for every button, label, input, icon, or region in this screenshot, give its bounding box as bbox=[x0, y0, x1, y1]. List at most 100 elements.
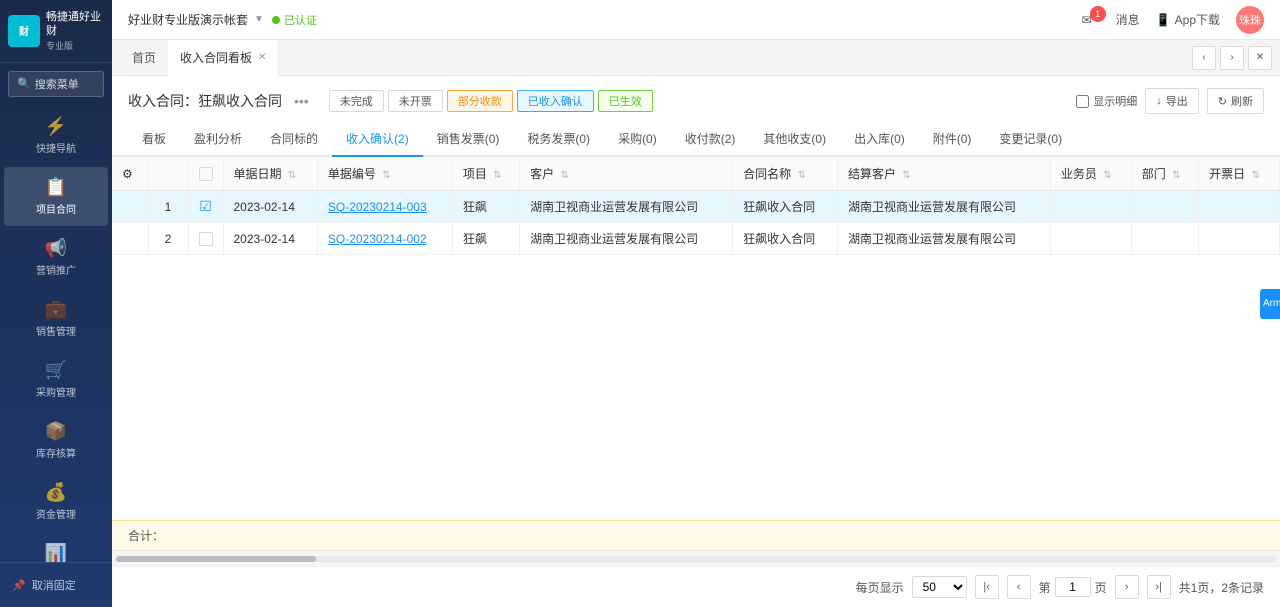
sub-tab-profit[interactable]: 盈利分析 bbox=[180, 122, 256, 157]
sidebar-item-quick-nav[interactable]: ⚡ 快捷导航 bbox=[4, 106, 108, 165]
col-header-customer[interactable]: 客户 ⇅ bbox=[520, 157, 733, 191]
table-row[interactable]: 1 ☑ 2023-02-14 SQ-20230214-003 狂飙 湖南卫视商业… bbox=[112, 191, 1280, 223]
status-incomplete-button[interactable]: 未完成 bbox=[329, 90, 384, 112]
scrollbar-thumb[interactable] bbox=[116, 556, 316, 562]
sub-tab-change-record[interactable]: 变更记录(0) bbox=[985, 122, 1076, 157]
prev-page-button[interactable]: ‹ bbox=[1007, 575, 1031, 599]
row-number[interactable]: SQ-20230214-002 bbox=[317, 223, 452, 255]
status-not-invoiced-button[interactable]: 未开票 bbox=[388, 90, 443, 112]
company-selector[interactable]: 好业财专业版演示帐套 ▼ bbox=[128, 11, 264, 28]
tab-prev-button[interactable]: ‹ bbox=[1192, 46, 1216, 70]
sort-project-icon: ⇅ bbox=[493, 170, 501, 181]
sort-open-date-icon: ⇅ bbox=[1251, 170, 1259, 181]
purchase-icon: 🛒 bbox=[45, 360, 67, 381]
capital-icon: 💰 bbox=[45, 482, 67, 503]
sidebar-item-purchase[interactable]: 🛒 采购管理 bbox=[4, 350, 108, 409]
row-settings bbox=[112, 223, 148, 255]
refresh-icon: ↻ bbox=[1218, 95, 1227, 108]
col-header-number[interactable]: 单据编号 ⇅ bbox=[317, 157, 452, 191]
sub-tab-purchase[interactable]: 采购(0) bbox=[604, 122, 671, 157]
sort-date-icon: ⇅ bbox=[288, 170, 296, 181]
refresh-button[interactable]: ↻ 刷新 bbox=[1207, 88, 1264, 114]
tab-home[interactable]: 首页 bbox=[120, 40, 168, 76]
sidebar-logo: 财 畅捷通好业财 专业版 bbox=[0, 0, 112, 63]
sidebar-item-sales[interactable]: 💼 销售管理 bbox=[4, 289, 108, 348]
tab-close-all-button[interactable]: ✕ bbox=[1248, 46, 1272, 70]
row-select-checkbox[interactable]: ☑ bbox=[199, 198, 212, 214]
horizontal-scrollbar[interactable] bbox=[112, 550, 1280, 566]
col-header-date[interactable]: 单据日期 ⇅ bbox=[223, 157, 317, 191]
row-checkbox[interactable] bbox=[188, 223, 223, 255]
pagination-total: 共1页，2条记录 bbox=[1179, 579, 1264, 596]
export-button[interactable]: ↓ 导出 bbox=[1145, 88, 1199, 114]
row-contract: 狂飙收入合同 bbox=[733, 191, 838, 223]
sort-contract-icon: ⇅ bbox=[797, 170, 805, 181]
sort-salesperson-icon: ⇅ bbox=[1103, 170, 1111, 181]
tab-close-icon[interactable]: ✕ bbox=[258, 52, 266, 63]
row-open-date bbox=[1199, 223, 1280, 255]
row-open-date bbox=[1199, 191, 1280, 223]
tab-next-button[interactable]: › bbox=[1220, 46, 1244, 70]
col-header-project[interactable]: 项目 ⇅ bbox=[452, 157, 519, 191]
col-header-salesperson[interactable]: 业务员 ⇅ bbox=[1050, 157, 1131, 191]
page-header: 收入合同：狂飙收入合同 ••• 未完成 未开票 部分收款 已收入确认 已生效 显… bbox=[112, 76, 1280, 114]
content-area: 收入合同：狂飙收入合同 ••• 未完成 未开票 部分收款 已收入确认 已生效 显… bbox=[112, 76, 1280, 607]
status-effective-button[interactable]: 已生效 bbox=[598, 90, 653, 112]
col-header-result-customer[interactable]: 结算客户 ⇅ bbox=[837, 157, 1050, 191]
sub-tab-attachment[interactable]: 附件(0) bbox=[919, 122, 986, 157]
sub-tab-income-confirm[interactable]: 收入确认(2) bbox=[332, 122, 423, 157]
sub-tab-other-income[interactable]: 其他收支(0) bbox=[749, 122, 840, 157]
col-header-checkbox[interactable] bbox=[188, 157, 223, 191]
row-result-customer: 湖南卫视商业运营发展有限公司 bbox=[837, 223, 1050, 255]
sidebar-item-general[interactable]: 📊 总账管理 bbox=[4, 533, 108, 562]
scrollbar-track[interactable] bbox=[116, 556, 1276, 562]
sidebar-item-project[interactable]: 📋 项目合同 bbox=[4, 167, 108, 226]
sidebar-item-capital[interactable]: 💰 资金管理 bbox=[4, 472, 108, 531]
sort-customer-icon: ⇅ bbox=[561, 170, 569, 181]
col-header-contract[interactable]: 合同名称 ⇅ bbox=[733, 157, 838, 191]
cancel-fixed-button[interactable]: 📌 取消固定 bbox=[8, 571, 104, 599]
tab-income-contract[interactable]: 收入合同看板 ✕ bbox=[168, 40, 279, 76]
arm-float-button[interactable]: Arm bbox=[1260, 289, 1280, 319]
last-page-button[interactable]: ›| bbox=[1147, 575, 1171, 599]
sub-tab-contract-standard[interactable]: 合同标的 bbox=[256, 122, 332, 157]
col-header-open-date[interactable]: 开票日 ⇅ bbox=[1199, 157, 1280, 191]
select-all-checkbox[interactable] bbox=[199, 167, 213, 181]
first-page-button[interactable]: |‹ bbox=[975, 575, 999, 599]
sub-tab-tax-invoice[interactable]: 税务发票(0) bbox=[513, 122, 604, 157]
page-number-input[interactable] bbox=[1055, 577, 1091, 597]
marketing-icon: 📢 bbox=[45, 238, 67, 259]
sub-tab-board[interactable]: 看板 bbox=[128, 122, 180, 157]
table-row[interactable]: 2 2023-02-14 SQ-20230214-002 狂飙 湖南卫视商业运营… bbox=[112, 223, 1280, 255]
quick-nav-icon: ⚡ bbox=[45, 116, 67, 137]
more-options-button[interactable]: ••• bbox=[294, 93, 309, 109]
per-page-select[interactable]: 50 100 200 bbox=[912, 576, 967, 598]
show-detail-checkbox[interactable]: 显示明细 bbox=[1076, 93, 1137, 109]
row-checkbox[interactable]: ☑ bbox=[188, 191, 223, 223]
per-page-label: 每页显示 bbox=[856, 579, 904, 596]
sidebar-bottom[interactable]: 📌 取消固定 bbox=[0, 562, 112, 607]
row-number[interactable]: SQ-20230214-003 bbox=[317, 191, 452, 223]
row-project: 狂飙 bbox=[452, 191, 519, 223]
auth-badge: 已认证 bbox=[272, 12, 317, 28]
status-income-confirmed-button[interactable]: 已收入确认 bbox=[517, 90, 594, 112]
sort-result-customer-icon: ⇅ bbox=[902, 170, 910, 181]
app-download-button[interactable]: 📱 App下载 bbox=[1156, 11, 1220, 28]
next-page-button[interactable]: › bbox=[1115, 575, 1139, 599]
detail-checkbox-input[interactable] bbox=[1076, 95, 1089, 108]
tab-bar: 首页 收入合同看板 ✕ ‹ › ✕ bbox=[112, 40, 1280, 76]
sub-tab-payment[interactable]: 收付款(2) bbox=[671, 122, 750, 157]
sidebar-item-marketing[interactable]: 📢 营销推广 bbox=[4, 228, 108, 287]
col-header-settings[interactable]: ⚙ bbox=[112, 157, 148, 191]
col-header-department[interactable]: 部门 ⇅ bbox=[1131, 157, 1198, 191]
sub-tab-out-storage[interactable]: 出入库(0) bbox=[840, 122, 919, 157]
row-select-checkbox[interactable] bbox=[199, 232, 213, 246]
sub-tab-sales-invoice[interactable]: 销售发票(0) bbox=[423, 122, 514, 157]
sidebar-search[interactable]: 🔍 搜索菜单 bbox=[0, 63, 112, 105]
sidebar-item-inventory[interactable]: 📦 库存核算 bbox=[4, 411, 108, 470]
search-menu-button[interactable]: 🔍 搜索菜单 bbox=[8, 71, 104, 97]
message-button[interactable]: ✉ 1 消息 bbox=[1082, 11, 1140, 28]
status-partial-received-button[interactable]: 部分收款 bbox=[447, 90, 513, 112]
row-salesperson bbox=[1050, 191, 1131, 223]
avatar[interactable]: 珠珠 bbox=[1236, 6, 1264, 34]
